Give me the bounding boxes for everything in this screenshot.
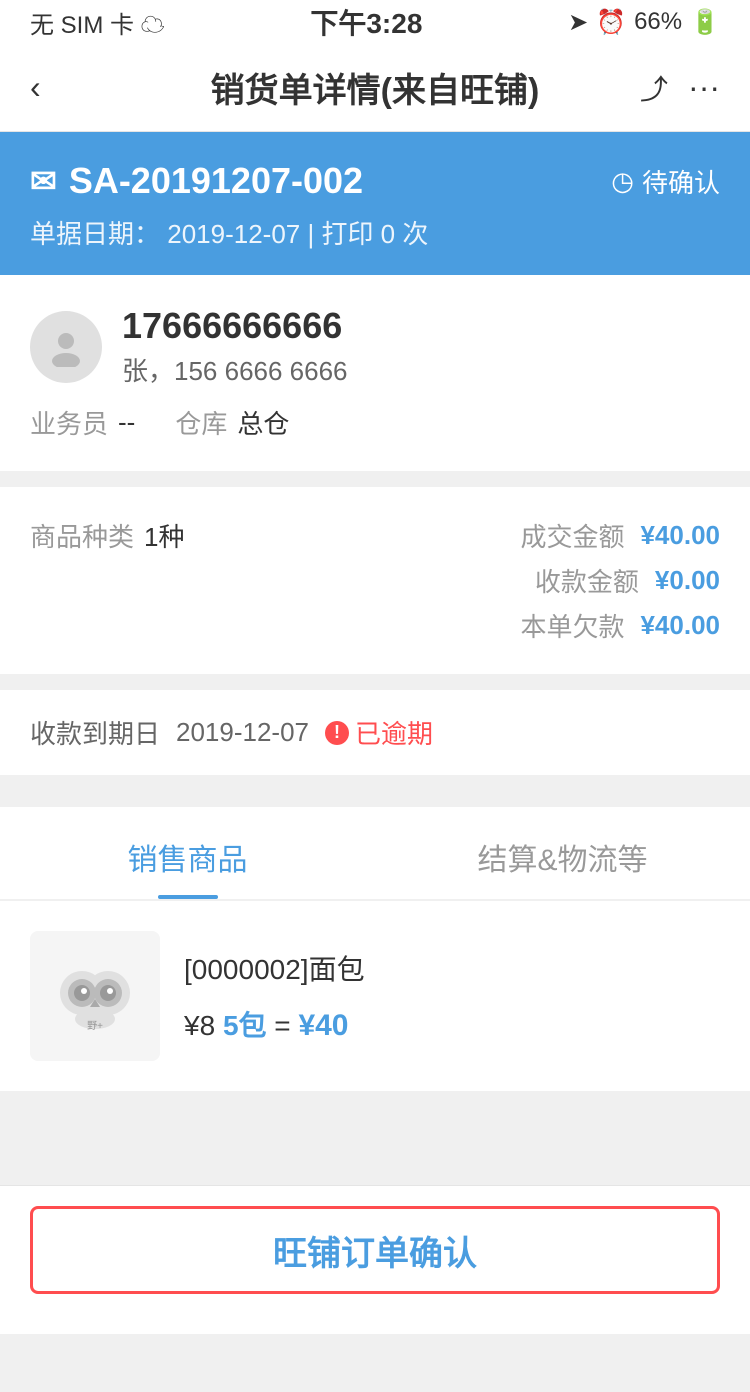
transaction-amount-row: 成交金额 ¥40.00 — [520, 517, 720, 554]
due-label: 本单欠款 — [520, 607, 624, 644]
goods-type-label: 商品种类 — [30, 517, 134, 554]
page-title: 销货单详情(来自旺铺) — [211, 63, 540, 112]
status-badge: ◷ 待确认 — [611, 163, 720, 200]
product-image: 野+ — [30, 931, 160, 1061]
divider-2 — [0, 674, 750, 690]
unit-price: ¥8 — [184, 1010, 215, 1041]
order-print-info: | 打印 0 次 — [307, 219, 428, 249]
nav-left: ‹ — [30, 69, 110, 106]
product-item: 野+ [0000002]面包 ¥8 5包 = ¥40 — [0, 901, 750, 1092]
status-text: 待确认 — [642, 163, 720, 200]
due-date-label: 收款到期日 — [30, 714, 160, 751]
overdue-badge: ! 已逾期 — [325, 714, 433, 751]
salesperson-value: -- — [118, 407, 135, 438]
status-clock-icon: ◷ — [611, 166, 634, 197]
confirm-button[interactable]: 旺铺订单确认 — [30, 1206, 720, 1294]
customer-sub-info: 张，156 6666 6666 — [122, 351, 348, 388]
confirm-button-label: 旺铺订单确认 — [273, 1226, 477, 1275]
sim-status: 无 SIM 卡 ☁ — [30, 5, 165, 40]
product-name: [0000002]面包 — [184, 948, 720, 988]
salesperson-label: 业务员 — [30, 404, 108, 441]
order-icon: ✉ — [30, 162, 57, 200]
battery-icon: 🔋 — [690, 8, 720, 37]
total-price: ¥40 — [298, 1009, 348, 1042]
transaction-label: 成交金额 — [520, 517, 624, 554]
location-icon: ➤ — [568, 8, 588, 37]
svg-text:野+: 野+ — [87, 1020, 103, 1031]
battery-status: 66% — [634, 8, 682, 36]
transaction-value: ¥40.00 — [640, 520, 720, 551]
back-button[interactable]: ‹ — [30, 69, 41, 106]
order-date-label: 单据日期： — [30, 219, 160, 249]
customer-phone: 17666666666 — [122, 305, 348, 347]
divider-1 — [0, 471, 750, 487]
tab-settlement[interactable]: 结算&物流等 — [375, 807, 750, 899]
goods-type-value: 1种 — [144, 517, 184, 554]
avatar — [30, 311, 102, 383]
bottom-bar: 旺铺订单确认 — [0, 1185, 750, 1334]
order-meta: 单据日期： 2019-12-07 | 打印 0 次 — [30, 214, 720, 251]
divider-3 — [0, 775, 750, 791]
tab-sales-goods-label: 销售商品 — [128, 844, 248, 877]
more-button[interactable]: ··· — [688, 69, 720, 106]
order-id-text: SA-20191207-002 — [69, 160, 363, 202]
order-date: 2019-12-07 — [167, 219, 300, 249]
goods-type: 商品种类 1种 — [30, 517, 184, 554]
share-button[interactable]: ⤴ — [640, 68, 668, 108]
due-date-value: 2019-12-07 — [176, 717, 309, 748]
tabs: 销售商品 结算&物流等 — [0, 807, 750, 899]
status-time: 下午3:28 — [310, 2, 422, 42]
due-amount-row: 本单欠款 ¥40.00 — [520, 607, 720, 644]
due-date-card: 收款到期日 2019-12-07 ! 已逾期 — [0, 690, 750, 775]
receipt-value: ¥0.00 — [655, 565, 720, 596]
equals-sign: = — [274, 1010, 298, 1041]
status-right: ➤ ⏰ 66% 🔋 — [568, 8, 720, 37]
status-bar: 无 SIM 卡 ☁ 下午3:28 ➤ ⏰ 66% 🔋 — [0, 0, 750, 44]
warehouse-value: 总仓 — [237, 404, 289, 441]
tab-sales-goods[interactable]: 销售商品 — [0, 807, 375, 899]
product-list: 野+ [0000002]面包 ¥8 5包 = ¥40 — [0, 901, 750, 1092]
quantity: 5包 — [223, 1010, 267, 1041]
summary-card: 商品种类 1种 成交金额 ¥40.00 收款金额 ¥0.00 本单欠款 ¥40.… — [0, 487, 750, 674]
nav-bar: ‹ 销货单详情(来自旺铺) ⤴ ··· — [0, 44, 750, 132]
due-value: ¥40.00 — [640, 610, 720, 641]
product-price-formula: ¥8 5包 = ¥40 — [184, 1004, 720, 1044]
order-header-card: ✉ SA-20191207-002 ◷ 待确认 单据日期： 2019-12-07… — [0, 132, 750, 275]
salesperson-field: 业务员 -- — [30, 404, 135, 441]
warehouse-field: 仓库 总仓 — [175, 404, 289, 441]
status-left: 无 SIM 卡 ☁ — [30, 5, 165, 40]
receipt-label: 收款金额 — [535, 562, 639, 599]
order-id: ✉ SA-20191207-002 — [30, 160, 363, 202]
nav-right: ⤴ ··· — [640, 68, 720, 108]
customer-card: 17666666666 张，156 6666 6666 业务员 -- 仓库 总仓 — [0, 275, 750, 471]
overdue-dot-icon: ! — [325, 721, 349, 745]
receipt-amount-row: 收款金额 ¥0.00 — [535, 562, 720, 599]
product-info: [0000002]面包 ¥8 5包 = ¥40 — [184, 948, 720, 1044]
amounts: 成交金额 ¥40.00 收款金额 ¥0.00 本单欠款 ¥40.00 — [520, 517, 720, 644]
warehouse-label: 仓库 — [175, 404, 227, 441]
customer-fields: 业务员 -- 仓库 总仓 — [30, 404, 720, 441]
overdue-text: 已逾期 — [355, 714, 433, 751]
tab-settlement-label: 结算&物流等 — [477, 844, 647, 877]
alarm-icon: ⏰ — [596, 8, 626, 37]
